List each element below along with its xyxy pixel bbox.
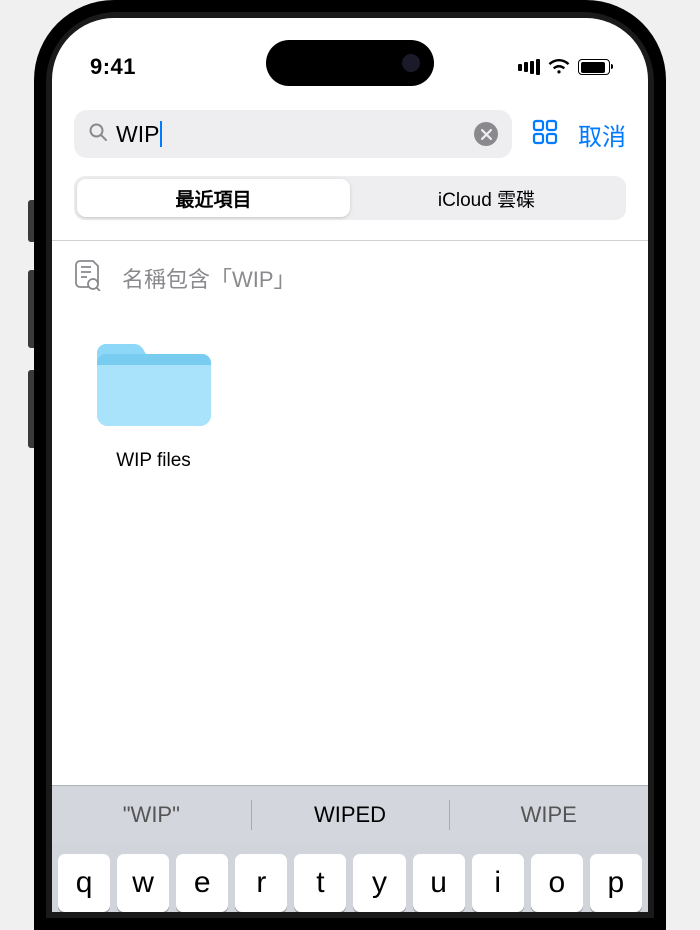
keyboard: "WIP" WIPED WIPE q w e r t y u i o p — [52, 785, 648, 912]
suggestion-bar: "WIP" WIPED WIPE — [52, 786, 648, 844]
suggestion-3[interactable]: WIPE — [449, 786, 648, 844]
phone-frame: 9:41 — [34, 0, 666, 930]
search-icon — [88, 122, 108, 147]
view-mode-button[interactable] — [530, 117, 560, 152]
search-value: WIP — [116, 121, 159, 148]
suggestion-1[interactable]: "WIP" — [52, 786, 251, 844]
filter-row[interactable]: 名稱包含「WIP」 — [52, 241, 648, 315]
key-o[interactable]: o — [531, 854, 583, 912]
wifi-icon — [548, 59, 570, 75]
key-p[interactable]: p — [590, 854, 642, 912]
folder-item[interactable]: WIP files — [76, 335, 231, 472]
key-r[interactable]: r — [235, 854, 287, 912]
suggestion-2[interactable]: WIPED — [251, 786, 450, 844]
battery-icon — [578, 59, 610, 75]
key-e[interactable]: e — [176, 854, 228, 912]
filter-label: 名稱包含「WIP」 — [122, 262, 296, 294]
folder-label: WIP files — [116, 450, 191, 472]
scope-segmented-control: 最近項目 iCloud 雲碟 — [74, 176, 626, 220]
search-input[interactable]: WIP — [74, 110, 512, 158]
text-cursor — [160, 121, 162, 147]
file-search-icon — [74, 259, 102, 297]
key-u[interactable]: u — [413, 854, 465, 912]
dynamic-island — [266, 40, 434, 86]
cellular-signal-icon — [516, 59, 540, 75]
segment-recents[interactable]: 最近項目 — [77, 179, 350, 217]
segment-icloud-drive[interactable]: iCloud 雲碟 — [350, 179, 623, 217]
screen: 9:41 — [52, 18, 648, 912]
clear-search-button[interactable] — [474, 122, 498, 146]
cancel-button[interactable]: 取消 — [578, 117, 626, 152]
status-time: 9:41 — [90, 54, 136, 80]
folder-icon — [89, 335, 219, 440]
results-grid: WIP files — [52, 315, 648, 492]
key-i[interactable]: i — [472, 854, 524, 912]
keyboard-row-1: q w e r t y u i o p — [52, 844, 648, 912]
key-t[interactable]: t — [294, 854, 346, 912]
key-w[interactable]: w — [117, 854, 169, 912]
key-q[interactable]: q — [58, 854, 110, 912]
key-y[interactable]: y — [353, 854, 405, 912]
